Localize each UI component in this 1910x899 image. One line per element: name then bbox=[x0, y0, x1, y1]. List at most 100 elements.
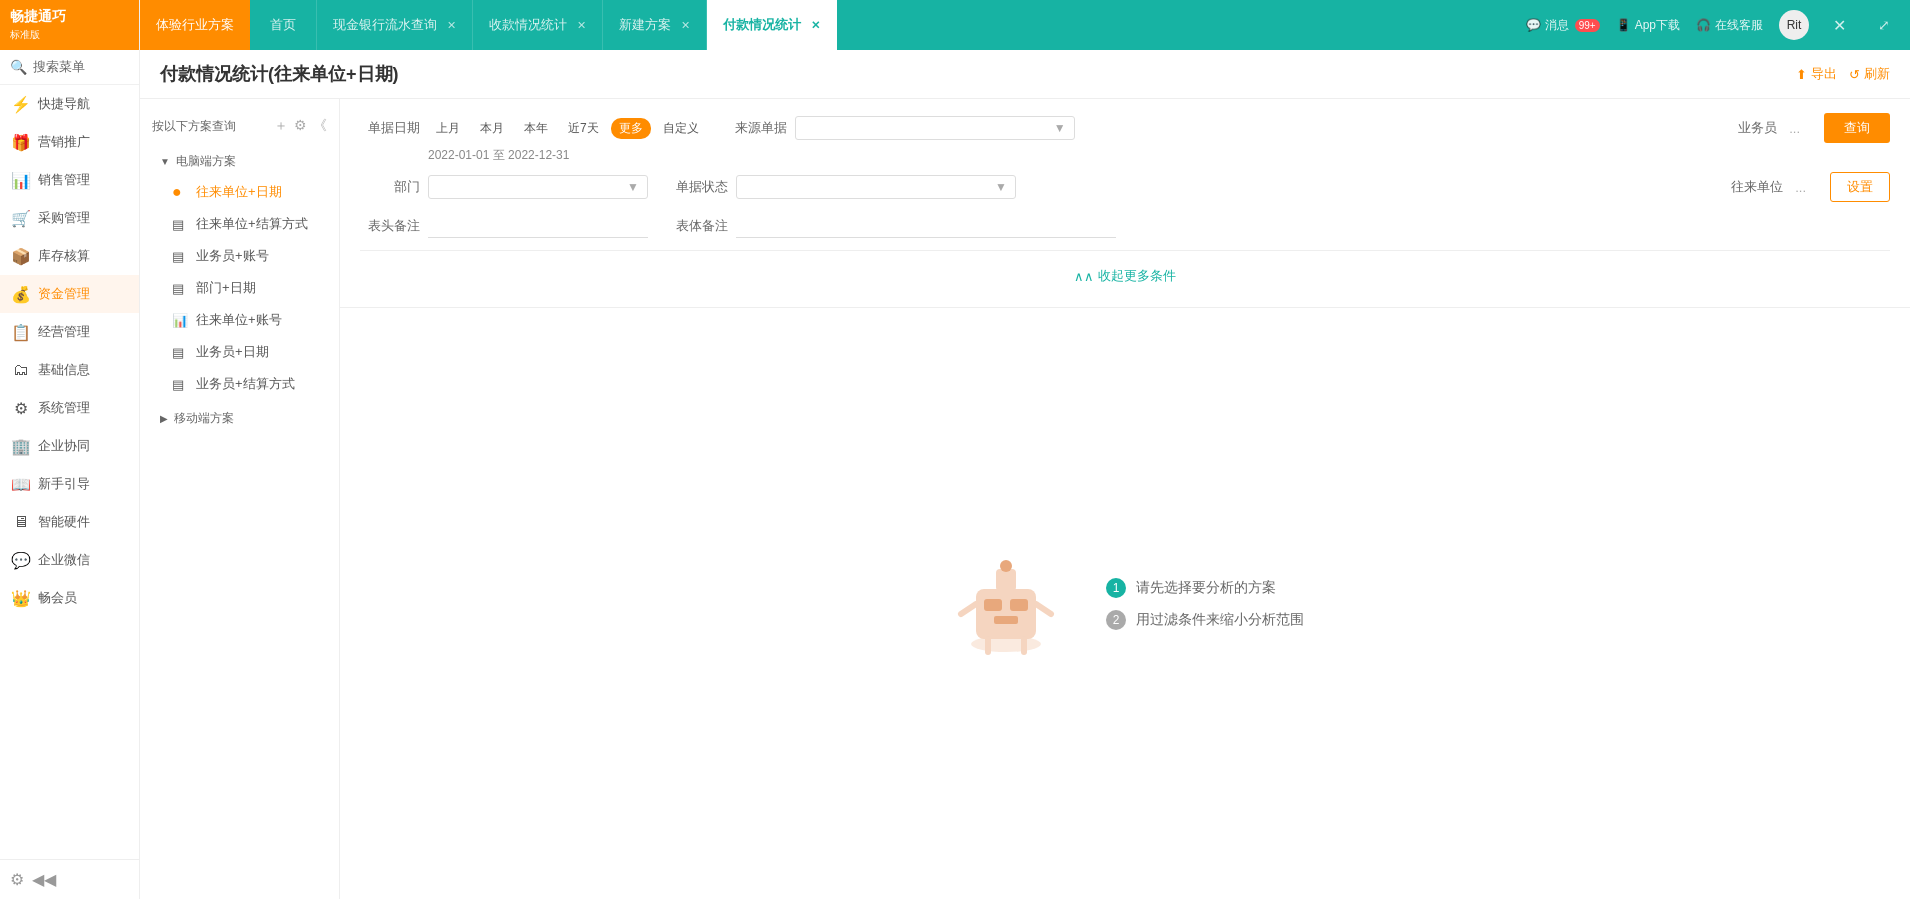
last-7-days-btn[interactable]: 近7天 bbox=[560, 118, 607, 139]
close-all-tabs-icon[interactable]: ✕ bbox=[1825, 16, 1854, 35]
this-year-btn[interactable]: 本年 bbox=[516, 118, 556, 139]
inventory-icon: 📦 bbox=[12, 247, 30, 265]
collapse-filters-btn[interactable]: ∧∧ 收起更多条件 bbox=[1074, 267, 1176, 285]
operation-icon: 📋 bbox=[12, 323, 30, 341]
sidebar-item-finance[interactable]: 💰 资金管理 bbox=[0, 275, 139, 313]
sidebar-item-marketing[interactable]: 🎁 营销推广 bbox=[0, 123, 139, 161]
scheme-item-unit-account[interactable]: 📊 往来单位+账号 bbox=[140, 304, 339, 336]
collapse-icon: ∧∧ bbox=[1074, 269, 1094, 284]
setting-button[interactable]: 设置 bbox=[1830, 172, 1890, 202]
body-note-input[interactable] bbox=[736, 214, 1116, 238]
refresh-btn[interactable]: ↺ 刷新 bbox=[1849, 65, 1890, 83]
header-note-input[interactable] bbox=[428, 214, 648, 238]
sidebar-search-label: 搜索菜单 bbox=[33, 58, 85, 76]
doc-status-filter: 单据状态 ▼ bbox=[668, 175, 1703, 199]
desktop-scheme-section: ▼ 电脑端方案 ● 往来单位+日期 ▤ 往来单位+结算方式 ▤ 业务员+账号 bbox=[140, 147, 339, 400]
svg-rect-3 bbox=[1010, 599, 1028, 611]
header-note-filter: 表头备注 bbox=[360, 214, 648, 238]
sidebar-item-basic[interactable]: 🗂 基础信息 bbox=[0, 351, 139, 389]
sidebar-bottom: ⚙ ◀◀ bbox=[0, 859, 139, 899]
scheme-item-staff-date[interactable]: ▤ 业务员+日期 bbox=[140, 336, 339, 368]
collapse-panel-icon[interactable]: 《 bbox=[313, 117, 327, 135]
panel-action-buttons: ＋ ⚙ 《 bbox=[274, 117, 327, 135]
close-new-scheme-icon[interactable]: ✕ bbox=[681, 19, 690, 32]
message-btn[interactable]: 💬 消息 99+ bbox=[1526, 17, 1600, 34]
scheme-item-staff-account[interactable]: ▤ 业务员+账号 bbox=[140, 240, 339, 272]
close-payment-stats-icon[interactable]: ✕ bbox=[811, 19, 820, 32]
sidebar-item-member[interactable]: 👑 畅会员 bbox=[0, 579, 139, 617]
wechat-icon: 💬 bbox=[12, 551, 30, 569]
collapse-sidebar-icon[interactable]: ◀◀ bbox=[32, 870, 56, 889]
experience-btn[interactable]: 体验行业方案 bbox=[156, 16, 234, 34]
tip-number-2: 2 bbox=[1106, 610, 1126, 630]
svg-rect-5 bbox=[996, 569, 1016, 591]
left-scheme-panel: 按以下方案查询 ＋ ⚙ 《 ▼ 电脑端方案 ● 往来单位+日期 bbox=[140, 99, 340, 899]
staff-select-btn[interactable]: ... bbox=[1785, 117, 1804, 140]
settings-scheme-icon[interactable]: ⚙ bbox=[294, 117, 307, 135]
nav-tab-payment-stats[interactable]: 付款情况统计 ✕ bbox=[707, 0, 837, 50]
svg-line-8 bbox=[1036, 604, 1051, 614]
more-dates-btn[interactable]: 更多 bbox=[611, 118, 651, 139]
source-doc-arrow-icon: ▼ bbox=[1054, 121, 1066, 135]
sidebar-item-quick-nav[interactable]: ⚡ 快捷导航 bbox=[0, 85, 139, 123]
sidebar-logo: 畅捷通巧 bbox=[10, 8, 66, 26]
sidebar-item-label: 库存核算 bbox=[38, 247, 90, 265]
export-icon: ⬆ bbox=[1796, 67, 1807, 82]
add-scheme-icon[interactable]: ＋ bbox=[274, 117, 288, 135]
sidebar-item-enterprise[interactable]: 🏢 企业协同 bbox=[0, 427, 139, 465]
scheme-icon: ▤ bbox=[172, 217, 188, 232]
sidebar-item-operation[interactable]: 📋 经营管理 bbox=[0, 313, 139, 351]
dept-select[interactable]: ▼ bbox=[428, 175, 648, 199]
export-btn[interactable]: ⬆ 导出 bbox=[1796, 65, 1837, 83]
scheme-item-unit-date[interactable]: ● 往来单位+日期 bbox=[140, 176, 339, 208]
sub-header: 付款情况统计(往来单位+日期) ⬆ 导出 ↺ 刷新 bbox=[140, 50, 1910, 99]
enterprise-icon: 🏢 bbox=[12, 437, 30, 455]
custom-date-btn[interactable]: 自定义 bbox=[655, 118, 707, 139]
scheme-item-staff-settlement[interactable]: ▤ 业务员+结算方式 bbox=[140, 368, 339, 400]
scheme-icon: ▤ bbox=[172, 249, 188, 264]
last-month-btn[interactable]: 上月 bbox=[428, 118, 468, 139]
sidebar-item-hardware[interactable]: 🖥 智能硬件 bbox=[0, 503, 139, 541]
sidebar-search[interactable]: 🔍 搜索菜单 bbox=[0, 50, 139, 85]
doc-status-label: 单据状态 bbox=[668, 178, 728, 196]
this-month-btn[interactable]: 本月 bbox=[472, 118, 512, 139]
sidebar-item-system[interactable]: ⚙ 系统管理 bbox=[0, 389, 139, 427]
partner-select-btn[interactable]: ... bbox=[1791, 176, 1810, 199]
settings-bottom-icon[interactable]: ⚙ bbox=[10, 870, 24, 889]
date-buttons: 上月 本月 本年 近7天 更多 自定义 bbox=[428, 118, 707, 139]
nav-tab-cash-flow[interactable]: 现金银行流水查询 ✕ bbox=[317, 0, 473, 50]
nav-tab-collection[interactable]: 收款情况统计 ✕ bbox=[473, 0, 603, 50]
source-doc-select[interactable]: ▼ bbox=[795, 116, 1075, 140]
sidebar: 畅捷通巧 标准版 🔍 搜索菜单 ⚡ 快捷导航 🎁 营销推广 📊 销售管理 🛒 采… bbox=[0, 0, 140, 899]
close-cash-flow-icon[interactable]: ✕ bbox=[447, 19, 456, 32]
mobile-section-title[interactable]: ▶ 移动端方案 bbox=[140, 404, 339, 433]
nav-tab-home[interactable]: 首页 bbox=[250, 0, 317, 50]
partner-label: 往来单位 bbox=[1723, 178, 1783, 196]
sidebar-item-guide[interactable]: 📖 新手引导 bbox=[0, 465, 139, 503]
left-panel-header: 按以下方案查询 ＋ ⚙ 《 bbox=[140, 109, 339, 143]
sidebar-item-sales[interactable]: 📊 销售管理 bbox=[0, 161, 139, 199]
svg-rect-1 bbox=[976, 589, 1036, 639]
scheme-query-label: 按以下方案查询 bbox=[152, 118, 236, 135]
query-button[interactable]: 查询 bbox=[1824, 113, 1890, 143]
scheme-item-dept-date[interactable]: ▤ 部门+日期 bbox=[140, 272, 339, 304]
close-collection-icon[interactable]: ✕ bbox=[577, 19, 586, 32]
expand-icon[interactable]: ⤢ bbox=[1870, 17, 1898, 33]
scheme-item-unit-settlement[interactable]: ▤ 往来单位+结算方式 bbox=[140, 208, 339, 240]
desktop-section-title[interactable]: ▼ 电脑端方案 bbox=[140, 147, 339, 176]
sidebar-item-wechat[interactable]: 💬 企业微信 bbox=[0, 541, 139, 579]
sidebar-version: 标准版 bbox=[10, 28, 66, 42]
nav-tab-new-scheme[interactable]: 新建方案 ✕ bbox=[603, 0, 707, 50]
section-arrow-icon: ▼ bbox=[160, 156, 170, 167]
doc-status-select[interactable]: ▼ bbox=[736, 175, 1016, 199]
online-service-btn[interactable]: 🎧 在线客服 bbox=[1696, 17, 1763, 34]
guide-icon: 📖 bbox=[12, 475, 30, 493]
app-download-btn[interactable]: 📱 App下载 bbox=[1616, 17, 1680, 34]
sidebar-item-inventory[interactable]: 📦 库存核算 bbox=[0, 237, 139, 275]
svg-point-6 bbox=[1000, 560, 1012, 572]
sidebar-item-purchase[interactable]: 🛒 采购管理 bbox=[0, 199, 139, 237]
user-avatar[interactable]: Rit bbox=[1779, 10, 1809, 40]
sidebar-item-label: 采购管理 bbox=[38, 209, 90, 227]
refresh-icon: ↺ bbox=[1849, 67, 1860, 82]
sub-header-actions: ⬆ 导出 ↺ 刷新 bbox=[1796, 65, 1890, 83]
